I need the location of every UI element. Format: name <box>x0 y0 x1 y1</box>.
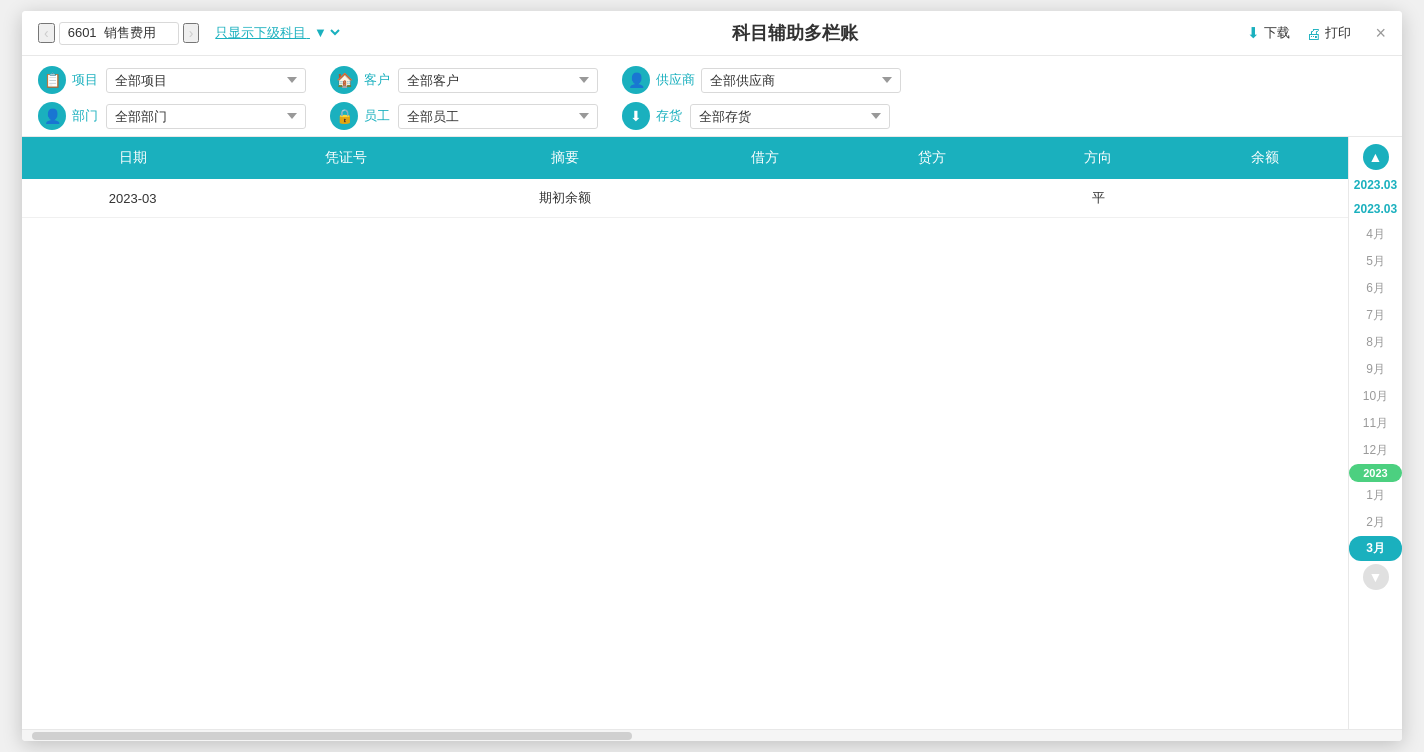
timeline-down-button[interactable]: ▼ <box>1363 564 1389 590</box>
table-cell-5: 平 <box>1015 179 1182 218</box>
supplier-label: 供应商 <box>656 71 695 89</box>
department-select[interactable]: 全部部门 <box>106 104 306 129</box>
timeline-item-1[interactable]: 1月 <box>1349 482 1402 509</box>
timeline-item-2023-03-top2[interactable]: 2023.03 <box>1349 197 1402 221</box>
table-row[interactable]: 2023-03 期初余额 平 <box>22 179 1348 218</box>
table-area[interactable]: 日期 凭证号 摘要 借方 贷方 方向 余额 2023-03 期初余额 平 <box>22 137 1348 729</box>
col-debit: 借方 <box>682 137 849 179</box>
filter-area: 📋 项目 全部项目 🏠 客户 全部客户 👤 供应商 全部供应商 <box>22 56 1402 137</box>
download-button[interactable]: ⬇ 下载 <box>1247 24 1290 42</box>
print-button[interactable]: 🖨 打印 <box>1306 24 1351 42</box>
employee-select[interactable]: 全部员工 <box>398 104 598 129</box>
department-icon: 👤 <box>38 102 66 130</box>
table-cell-3 <box>682 179 849 218</box>
department-filter-group: 👤 部门 全部部门 <box>38 102 306 130</box>
page-title: 科目辅助多栏账 <box>343 21 1248 45</box>
employee-filter-group: 🔒 员工 全部员工 <box>330 102 598 130</box>
inventory-label: 存货 <box>656 107 684 125</box>
modal-container: ‹ › 只显示下级科目 ▼ 科目辅助多栏账 ⬇ 下载 🖨 打印 × � <box>22 11 1402 741</box>
supplier-select[interactable]: 全部供应商 <box>701 68 901 93</box>
timeline-up-button[interactable]: ▲ <box>1363 144 1389 170</box>
timeline-item-12[interactable]: 12月 <box>1349 437 1402 464</box>
filter-row-2: 👤 部门 全部部门 🔒 员工 全部员工 ⬇ 存货 全部存货 <box>38 102 890 130</box>
timeline-months-upper: 4月 5月 6月 7月 8月 9月 10月 11月 12月 2023 1月 2月… <box>1349 221 1402 561</box>
col-date: 日期 <box>22 137 243 179</box>
header-actions: ⬇ 下载 🖨 打印 × <box>1247 23 1386 44</box>
timeline-item-2[interactable]: 2月 <box>1349 509 1402 536</box>
bottom-scrollbar[interactable] <box>22 729 1402 741</box>
print-icon: 🖨 <box>1306 25 1321 42</box>
inventory-filter-group: ⬇ 存货 全部存货 <box>622 102 890 130</box>
table-cell-2: 期初余额 <box>449 179 682 218</box>
project-filter-group: 📋 项目 全部项目 <box>38 66 306 94</box>
close-button[interactable]: × <box>1375 23 1386 44</box>
filter-row-1: 📋 项目 全部项目 🏠 客户 全部客户 👤 供应商 全部供应商 <box>38 66 901 94</box>
customer-label: 客户 <box>364 71 392 89</box>
timeline-item-11[interactable]: 11月 <box>1349 410 1402 437</box>
modal-header: ‹ › 只显示下级科目 ▼ 科目辅助多栏账 ⬇ 下载 🖨 打印 × <box>22 11 1402 56</box>
col-summary: 摘要 <box>449 137 682 179</box>
timeline-item-10[interactable]: 10月 <box>1349 383 1402 410</box>
table-cell-4 <box>848 179 1015 218</box>
employee-icon: 🔒 <box>330 102 358 130</box>
data-table: 日期 凭证号 摘要 借方 贷方 方向 余额 2023-03 期初余额 平 <box>22 137 1348 218</box>
timeline-sidebar: ▲ 2023.03 2023.03 4月 5月 6月 7月 8月 9月 10月 … <box>1348 137 1402 729</box>
department-label: 部门 <box>72 107 100 125</box>
customer-select[interactable]: 全部客户 <box>398 68 598 93</box>
timeline-year-badge[interactable]: 2023 <box>1349 464 1402 482</box>
timeline-item-7[interactable]: 7月 <box>1349 302 1402 329</box>
project-select[interactable]: 全部项目 <box>106 68 306 93</box>
account-code-input[interactable] <box>59 22 179 45</box>
nav-prev-button[interactable]: ‹ <box>38 23 55 43</box>
nav-next-button[interactable]: › <box>183 23 200 43</box>
timeline-item-6[interactable]: 6月 <box>1349 275 1402 302</box>
timeline-item-3-active[interactable]: 3月 <box>1349 536 1402 561</box>
table-cell-6 <box>1181 179 1348 218</box>
employee-label: 员工 <box>364 107 392 125</box>
show-sub-label[interactable]: 只显示下级科目 ▼ <box>215 24 343 42</box>
col-credit: 贷方 <box>848 137 1015 179</box>
main-content: 日期 凭证号 摘要 借方 贷方 方向 余额 2023-03 期初余额 平 ▲ 202… <box>22 137 1402 729</box>
col-direction: 方向 <box>1015 137 1182 179</box>
supplier-filter-group: 👤 供应商 全部供应商 <box>622 66 901 94</box>
table-cell-0: 2023-03 <box>22 179 243 218</box>
timeline-item-9[interactable]: 9月 <box>1349 356 1402 383</box>
supplier-icon: 👤 <box>622 66 650 94</box>
table-header-row: 日期 凭证号 摘要 借方 贷方 方向 余额 <box>22 137 1348 179</box>
download-icon: ⬇ <box>1247 24 1260 42</box>
show-sub-select[interactable]: ▼ <box>310 24 343 41</box>
col-voucher: 凭证号 <box>243 137 448 179</box>
project-icon: 📋 <box>38 66 66 94</box>
inventory-icon: ⬇ <box>622 102 650 130</box>
customer-filter-group: 🏠 客户 全部客户 <box>330 66 598 94</box>
customer-icon: 🏠 <box>330 66 358 94</box>
col-balance: 余额 <box>1181 137 1348 179</box>
project-label: 项目 <box>72 71 100 89</box>
timeline-item-8[interactable]: 8月 <box>1349 329 1402 356</box>
table-cell-1 <box>243 179 448 218</box>
timeline-item-4[interactable]: 4月 <box>1349 221 1402 248</box>
scrollbar-thumb <box>32 732 632 740</box>
inventory-select[interactable]: 全部存货 <box>690 104 890 129</box>
timeline-item-5[interactable]: 5月 <box>1349 248 1402 275</box>
timeline-item-2023-03-top[interactable]: 2023.03 <box>1349 173 1402 197</box>
